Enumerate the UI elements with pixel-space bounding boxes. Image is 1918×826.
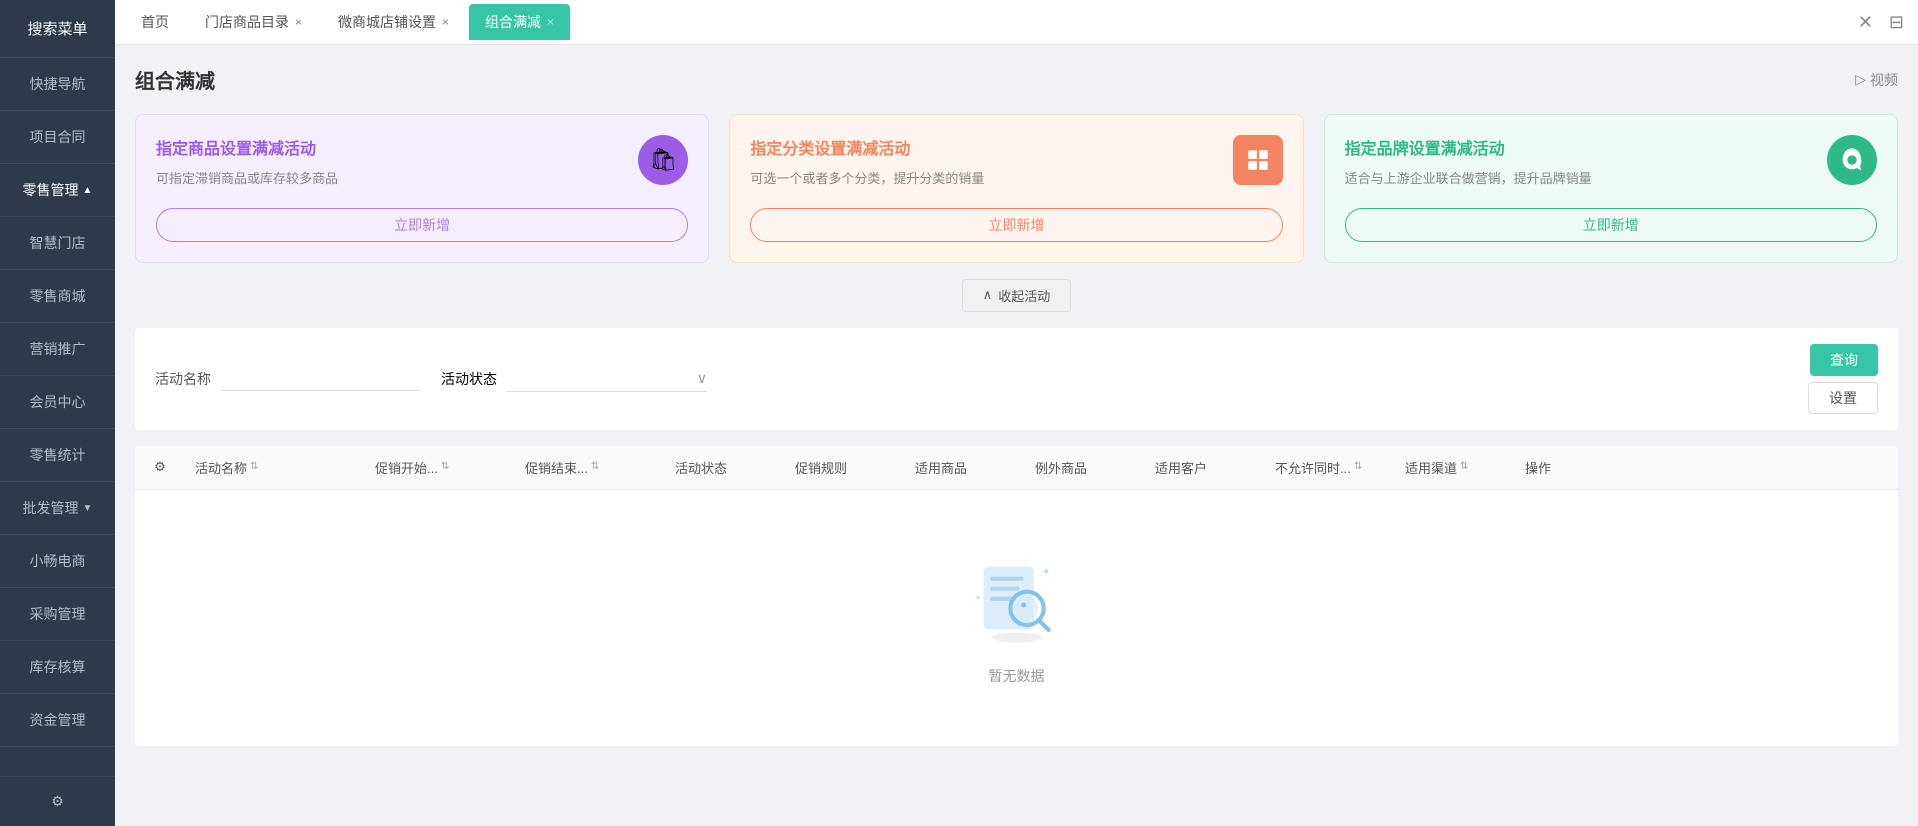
window-close-button[interactable]: ✕ (1854, 8, 1877, 37)
activity-name-input[interactable] (221, 366, 421, 391)
sort-icon: ⇅ (591, 462, 599, 472)
brand-card-desc: 适合与上游企业联合做营销，提升品牌销量 (1345, 169, 1877, 190)
product-card-title: 指定商品设置满减活动 (156, 135, 688, 159)
collapse-bar: ∧ 收起活动 (135, 279, 1898, 312)
th-rule: 促销规则 (785, 458, 905, 477)
close-store-catalog-tab[interactable]: × (295, 15, 302, 29)
th-gear[interactable]: ⚙ (135, 459, 185, 475)
empty-illustration: ✦ ✦ (967, 550, 1067, 650)
th-goods: 适用商品 (905, 458, 1025, 477)
close-wechat-settings-tab[interactable]: × (442, 15, 449, 29)
sidebar-item-retail-stats[interactable]: 零售统计 (0, 429, 115, 482)
chevron-down-icon: ∨ (697, 370, 707, 387)
sidebar-item-finance-mgmt[interactable]: 资金管理 (0, 694, 115, 747)
th-channel[interactable]: 适用渠道 ⇅ (1395, 458, 1515, 477)
sidebar-search[interactable]: 搜索菜单 (0, 0, 115, 58)
page-title: 组合满减 (135, 65, 215, 94)
activity-name-label: 活动名称 (155, 369, 211, 389)
category-card-desc: 可选一个或者多个分类，提升分类的销量 (750, 169, 1282, 190)
window-maximize-button[interactable]: ⊟ (1885, 8, 1908, 37)
sidebar-item-inventory-calc[interactable]: 库存核算 (0, 641, 115, 694)
product-card-add-button[interactable]: 立即新增 (156, 208, 688, 242)
grid-icon (1233, 135, 1283, 185)
sidebar-settings[interactable]: ⚙ (0, 776, 115, 826)
svg-text:✦: ✦ (1042, 567, 1050, 578)
sort-icon: ⇅ (250, 462, 258, 472)
tab-home[interactable]: 首页 (125, 4, 185, 40)
product-card-desc: 可指定滞销商品或库存较多商品 (156, 169, 688, 190)
sidebar-item-retail-mall[interactable]: 零售商城 (0, 270, 115, 323)
sort-icon: ⇅ (441, 462, 449, 472)
brand-card-title: 指定品牌设置满减活动 (1345, 135, 1877, 159)
brand-activity-card: 指定品牌设置满减活动 适合与上游企业联合做营销，提升品牌销量 立即新增 (1324, 114, 1898, 263)
activity-status-select[interactable]: ∨ (507, 366, 707, 392)
activity-name-field: 活动名称 (155, 366, 421, 391)
window-actions: ✕ ⊟ (1854, 8, 1908, 37)
gear-icon: ⚙ (51, 793, 64, 809)
bag-icon (638, 135, 688, 185)
chevron-up-icon: ▲ (83, 185, 93, 196)
video-button[interactable]: ▷ 视频 (1855, 70, 1898, 90)
page-content: 组合满减 ▷ 视频 指定商品设置满减活动 可指定滞销商品或库存较多商品 立即新增… (115, 45, 1918, 826)
sort-icon: ⇅ (1354, 462, 1362, 472)
sidebar: 搜索菜单 快捷导航 项目合同 零售管理 ▲ 智慧门店 零售商城 营销推广 会员中… (0, 0, 115, 826)
sidebar-item-smart-store[interactable]: 智慧门店 (0, 217, 115, 270)
main-area: 首页 门店商品目录 × 微商城店铺设置 × 组合满减 × ✕ ⊟ 组合满减 ▷ … (115, 0, 1918, 826)
play-icon: ▷ (1855, 71, 1866, 88)
tab-wechat-store-settings[interactable]: 微商城店铺设置 × (322, 4, 465, 40)
brand-card-add-button[interactable]: 立即新增 (1345, 208, 1877, 242)
th-concurrent[interactable]: 不允许同时... ⇅ (1265, 458, 1395, 477)
category-card-add-button[interactable]: 立即新增 (750, 208, 1282, 242)
setting-button[interactable]: 设置 (1808, 382, 1878, 414)
activity-status-field: 活动状态 ∨ (441, 366, 707, 392)
chevron-up-icon: ∧ (983, 287, 993, 303)
chevron-down-icon: ▼ (83, 503, 93, 514)
th-except: 例外商品 (1025, 458, 1145, 477)
query-button[interactable]: 查询 (1810, 344, 1878, 376)
th-end[interactable]: 促销结束... ⇅ (515, 458, 665, 477)
sort-icon: ⇅ (1460, 462, 1468, 472)
activity-status-label: 活动状态 (441, 369, 497, 389)
th-status: 活动状态 (665, 458, 785, 477)
tabs-bar: 首页 门店商品目录 × 微商城店铺设置 × 组合满减 × ✕ ⊟ (115, 0, 1918, 45)
settings-icon: ⚙ (154, 459, 166, 475)
tab-store-catalog[interactable]: 门店商品目录 × (189, 4, 318, 40)
collapse-activity-button[interactable]: ∧ 收起活动 (962, 279, 1072, 312)
category-card-title: 指定分类设置满减活动 (750, 135, 1282, 159)
table-area: ⚙ 活动名称 ⇅ 促销开始... ⇅ 促销结束... ⇅ 活动状态 (135, 446, 1898, 746)
th-start[interactable]: 促销开始... ⇅ (365, 458, 515, 477)
page-header: 组合满减 ▷ 视频 (135, 65, 1898, 94)
tab-combo-discount[interactable]: 组合满减 × (469, 4, 570, 40)
sidebar-item-project-contract[interactable]: 项目合同 (0, 111, 115, 164)
sidebar-item-purchase-mgmt[interactable]: 采购管理 (0, 588, 115, 641)
activity-cards: 指定商品设置满减活动 可指定滞销商品或库存较多商品 立即新增 指定分类设置满减活… (135, 114, 1898, 263)
leaf-icon (1827, 135, 1877, 185)
empty-state: ✦ ✦ 暂无数据 (135, 490, 1898, 746)
sidebar-item-quick-nav[interactable]: 快捷导航 (0, 58, 115, 111)
sidebar-item-member-center[interactable]: 会员中心 (0, 376, 115, 429)
sidebar-item-retail-mgmt[interactable]: 零售管理 ▲ (0, 164, 115, 217)
product-activity-card: 指定商品设置满减活动 可指定滞销商品或库存较多商品 立即新增 (135, 114, 709, 263)
svg-text:✦: ✦ (975, 594, 981, 602)
category-activity-card: 指定分类设置满减活动 可选一个或者多个分类，提升分类的销量 立即新增 (729, 114, 1303, 263)
empty-text: 暂无数据 (989, 666, 1045, 686)
sidebar-item-xiaochangec[interactable]: 小畅电商 (0, 535, 115, 588)
close-combo-discount-tab[interactable]: × (547, 15, 554, 29)
sidebar-item-wholesale-mgmt[interactable]: 批发管理 ▼ (0, 482, 115, 535)
search-area: 活动名称 活动状态 ∨ 查询 设置 (135, 328, 1898, 430)
th-name[interactable]: 活动名称 ⇅ (185, 458, 365, 477)
table-header: ⚙ 活动名称 ⇅ 促销开始... ⇅ 促销结束... ⇅ 活动状态 (135, 446, 1898, 490)
th-customer: 适用客户 (1145, 458, 1265, 477)
search-actions: 查询 设置 (1808, 344, 1878, 414)
sidebar-item-marketing[interactable]: 营销推广 (0, 323, 115, 376)
th-action: 操作 (1515, 458, 1898, 477)
